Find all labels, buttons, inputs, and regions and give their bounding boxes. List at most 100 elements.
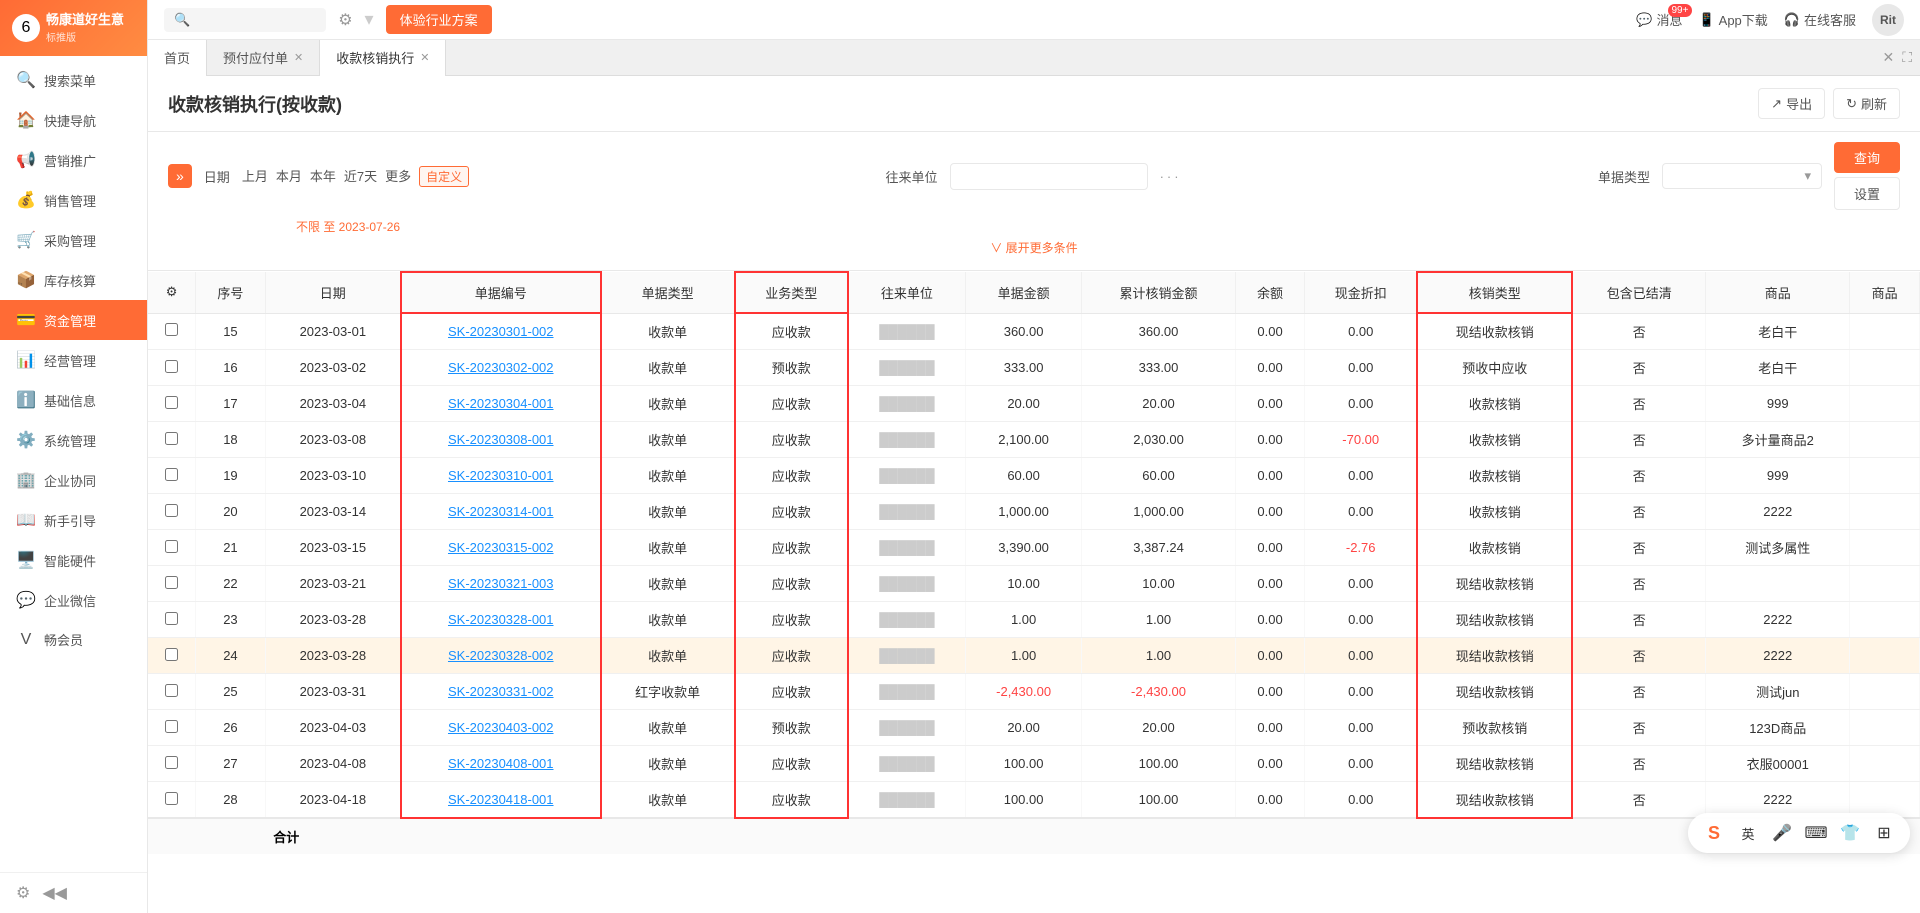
col-header-settings[interactable]: ⚙ — [148, 272, 196, 313]
date-opt-this-month[interactable]: 本月 — [276, 166, 302, 187]
sidebar-item-member[interactable]: V 畅会员 — [0, 620, 147, 659]
doc-no-link[interactable]: SK-20230328-002 — [448, 648, 554, 663]
cell-doc-no[interactable]: SK-20230403-002 — [401, 710, 601, 746]
cell-checkbox[interactable] — [148, 566, 196, 602]
query-button[interactable]: 查询 — [1834, 142, 1900, 173]
cell-doc-no[interactable]: SK-20230314-001 — [401, 494, 601, 530]
sidebar-item-inventory[interactable]: 📦 库存核算 — [0, 260, 147, 300]
cell-doc-no[interactable]: SK-20230328-001 — [401, 602, 601, 638]
cell-checkbox[interactable] — [148, 710, 196, 746]
doc-no-link[interactable]: SK-20230321-003 — [448, 576, 554, 591]
industry-btn[interactable]: 体验行业方案 — [386, 5, 492, 34]
sidebar-item-operation[interactable]: 📊 经营管理 — [0, 340, 147, 380]
cell-checkbox[interactable] — [148, 494, 196, 530]
tab-receipt-close[interactable]: ✕ — [420, 51, 429, 64]
collapse-icon[interactable]: ◀◀ — [42, 883, 67, 903]
sidebar-item-search[interactable]: 🔍 搜索菜单 — [0, 60, 147, 100]
cell-checkbox[interactable] — [148, 313, 196, 350]
sidebar-item-marketing[interactable]: 📢 营销推广 — [0, 140, 147, 180]
float-mic-icon[interactable]: 🎤 — [1768, 819, 1796, 847]
settings-icon[interactable]: ⚙ — [338, 10, 352, 30]
sidebar-item-wechat[interactable]: 💬 企业微信 — [0, 580, 147, 620]
cell-doc-no[interactable]: SK-20230418-001 — [401, 782, 601, 819]
tab-payable-close[interactable]: ✕ — [294, 51, 303, 64]
partner-input[interactable] — [950, 163, 1148, 190]
cell-checkbox[interactable] — [148, 638, 196, 674]
tab-payable[interactable]: 预付应付单 ✕ — [207, 40, 320, 76]
export-button[interactable]: ↗ 导出 — [1758, 88, 1825, 119]
cell-doc-no[interactable]: SK-20230408-001 — [401, 746, 601, 782]
cell-checkbox[interactable] — [148, 782, 196, 819]
topbar-search-box[interactable]: 🔍 — [164, 8, 326, 32]
cell-cash-discount: -70.00 — [1305, 422, 1417, 458]
user-avatar[interactable]: Rit — [1872, 4, 1904, 36]
float-shirt-icon[interactable]: 👕 — [1836, 819, 1864, 847]
cell-doc-no[interactable]: SK-20230301-002 — [401, 313, 601, 350]
expand-icon[interactable]: ⛶ — [1902, 49, 1912, 66]
date-opt-this-year[interactable]: 本年 — [310, 166, 336, 187]
doc-no-link[interactable]: SK-20230301-002 — [448, 324, 554, 339]
sidebar-item-purchase[interactable]: 🛒 采购管理 — [0, 220, 147, 260]
filter-settings-button[interactable]: 设置 — [1834, 177, 1900, 210]
sidebar-item-finance[interactable]: 💳 资金管理 — [0, 300, 147, 340]
sidebar-item-quicknav[interactable]: 🏠 快捷导航 — [0, 100, 147, 140]
doc-no-link[interactable]: SK-20230314-001 — [448, 504, 554, 519]
cell-doc-no[interactable]: SK-20230308-001 — [401, 422, 601, 458]
cell-date: 2023-03-15 — [265, 530, 401, 566]
cell-partner: ██████ — [848, 782, 966, 819]
search-input[interactable] — [196, 12, 316, 27]
settings-icon[interactable]: ⚙ — [16, 883, 30, 903]
cell-doc-no[interactable]: SK-20230331-002 — [401, 674, 601, 710]
doc-no-link[interactable]: SK-20230408-001 — [448, 756, 554, 771]
topbar-right: 💬 消息 99+ 📱 App下载 🎧 在线客服 Rit — [1636, 4, 1904, 36]
sidebar-item-hardware[interactable]: 🖥️ 智能硬件 — [0, 540, 147, 580]
date-opt-7days[interactable]: 近7天 — [344, 166, 377, 187]
sidebar-item-basic[interactable]: ℹ️ 基础信息 — [0, 380, 147, 420]
doc-type-select[interactable]: ▾ — [1662, 163, 1822, 189]
doc-no-link[interactable]: SK-20230331-002 — [448, 684, 554, 699]
service-link[interactable]: 🎧 在线客服 — [1784, 10, 1856, 29]
cell-checkbox[interactable] — [148, 422, 196, 458]
filter-expand-button[interactable]: » — [168, 164, 192, 188]
date-opt-more[interactable]: 更多 — [385, 166, 411, 187]
cell-doc-no[interactable]: SK-20230321-003 — [401, 566, 601, 602]
cell-checkbox[interactable] — [148, 386, 196, 422]
date-custom-btn[interactable]: 自定义 — [419, 166, 469, 187]
close-all-icon[interactable]: ✕ — [1882, 49, 1894, 66]
doc-no-link[interactable]: SK-20230308-001 — [448, 432, 554, 447]
cell-biz-type: 应收款 — [735, 638, 848, 674]
cell-doc-no[interactable]: SK-20230315-002 — [401, 530, 601, 566]
doc-no-link[interactable]: SK-20230328-001 — [448, 612, 554, 627]
float-keyboard-icon[interactable]: ⌨ — [1802, 819, 1830, 847]
sidebar-item-guide[interactable]: 📖 新手引导 — [0, 500, 147, 540]
doc-no-link[interactable]: SK-20230403-002 — [448, 720, 554, 735]
refresh-button[interactable]: ↻ 刷新 — [1833, 88, 1900, 119]
cell-doc-no[interactable]: SK-20230310-001 — [401, 458, 601, 494]
doc-no-link[interactable]: SK-20230315-002 — [448, 540, 554, 555]
cell-checkbox[interactable] — [148, 458, 196, 494]
date-opt-prev-month[interactable]: 上月 — [242, 166, 268, 187]
sidebar-item-enterprise[interactable]: 🏢 企业协同 — [0, 460, 147, 500]
doc-no-link[interactable]: SK-20230304-001 — [448, 396, 554, 411]
cell-checkbox[interactable] — [148, 674, 196, 710]
float-grid-icon[interactable]: ⊞ — [1870, 819, 1898, 847]
doc-no-link[interactable]: SK-20230310-001 — [448, 468, 554, 483]
table-wrapper[interactable]: ⚙ 序号 日期 单据编号 单据类型 业务类型 往来单位 单据金额 累计核销金额 … — [148, 271, 1920, 913]
cell-doc-no[interactable]: SK-20230328-002 — [401, 638, 601, 674]
cell-checkbox[interactable] — [148, 530, 196, 566]
message-link[interactable]: 💬 消息 99+ — [1636, 10, 1682, 29]
sidebar-item-system[interactable]: ⚙️ 系统管理 — [0, 420, 147, 460]
cell-checkbox[interactable] — [148, 602, 196, 638]
doc-no-link[interactable]: SK-20230302-002 — [448, 360, 554, 375]
cell-doc-no[interactable]: SK-20230304-001 — [401, 386, 601, 422]
sidebar-item-sales[interactable]: 💰 销售管理 — [0, 180, 147, 220]
expand-more-conditions[interactable]: ∨ 展开更多条件 — [168, 235, 1900, 260]
float-text-icon[interactable]: 英 — [1734, 819, 1762, 847]
tab-home[interactable]: 首页 — [148, 40, 207, 76]
cell-doc-no[interactable]: SK-20230302-002 — [401, 350, 601, 386]
cell-checkbox[interactable] — [148, 350, 196, 386]
cell-checkbox[interactable] — [148, 746, 196, 782]
app-download-link[interactable]: 📱 App下载 — [1698, 10, 1767, 29]
tab-receipt[interactable]: 收款核销执行 ✕ — [320, 40, 446, 76]
doc-no-link[interactable]: SK-20230418-001 — [448, 792, 554, 807]
